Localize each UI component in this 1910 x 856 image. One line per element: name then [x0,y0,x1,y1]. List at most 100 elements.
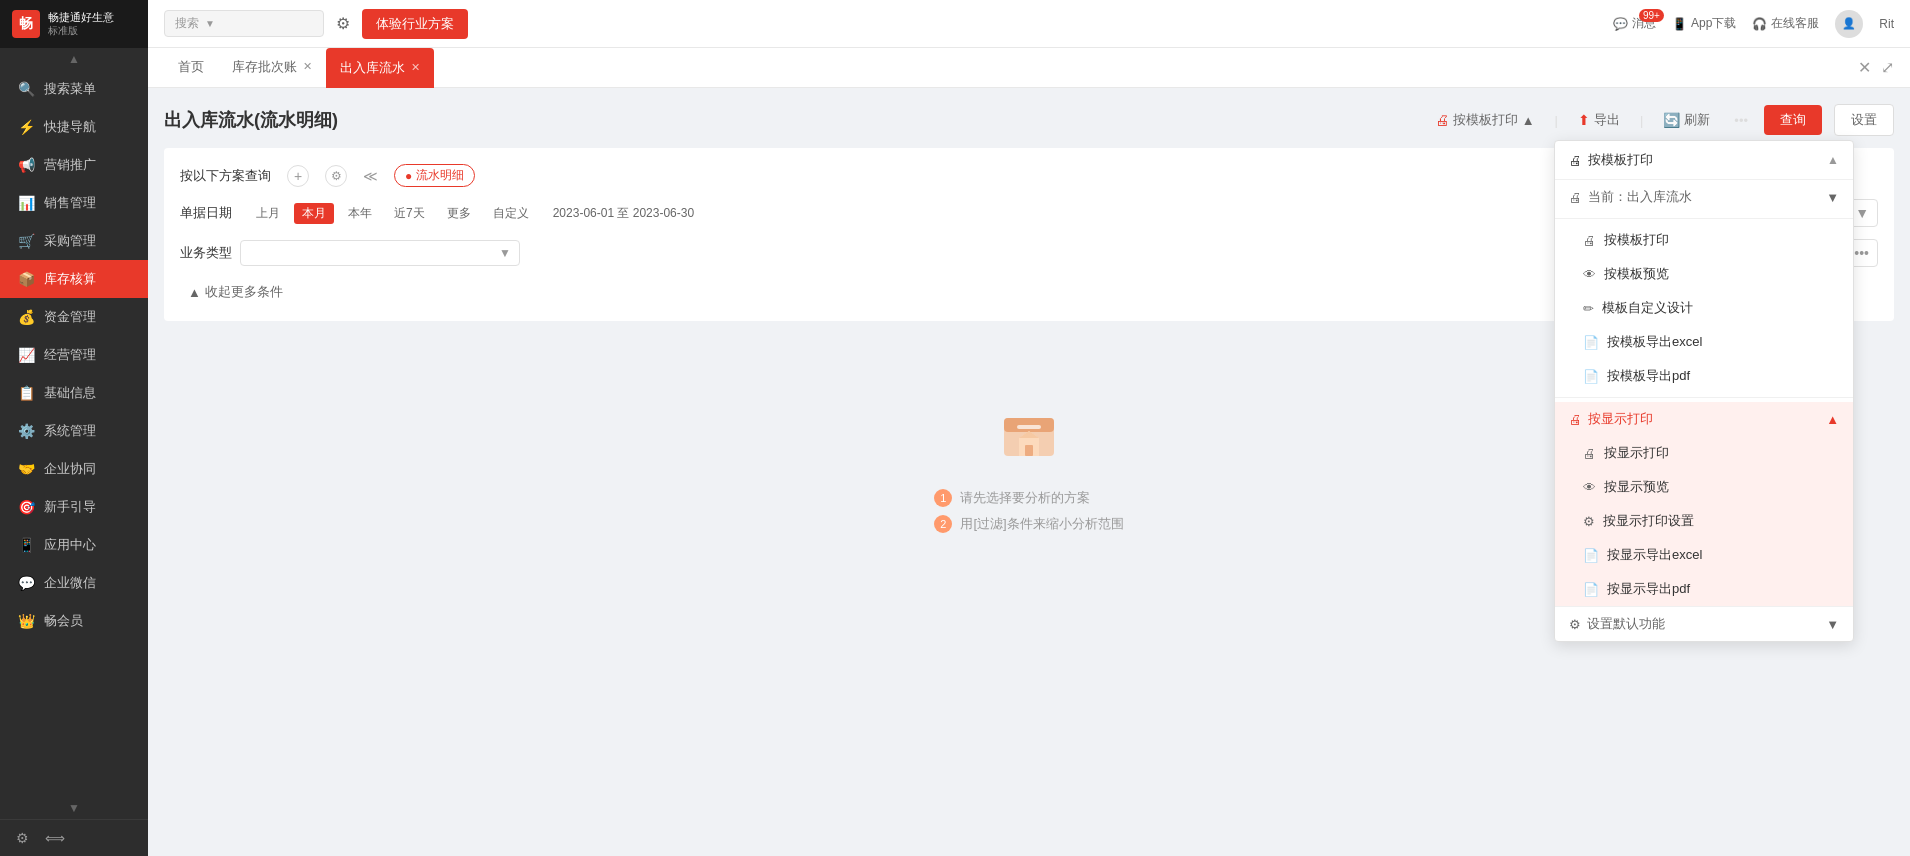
trial-btn[interactable]: 体验行业方案 [362,9,468,39]
dp-item-display-pdf[interactable]: 📄 按显示导出pdf [1555,572,1853,606]
sidebar-item-operations[interactable]: 📈 经营管理 [0,336,148,374]
dp-active-section-arrow[interactable]: ▲ [1826,412,1839,427]
sidebar-item-inventory[interactable]: 📦 库存核算 [0,260,148,298]
sidebar-label-partner: 企业协同 [44,460,96,478]
message-btn[interactable]: 💬 消息 99+ [1613,15,1656,32]
dp-template-pdf-icon: 📄 [1583,369,1599,384]
page-actions: 🖨 按模板打印 ▲ | ⬆ 导出 | 🔄 刷新 ••• 查询 设置 [1427,104,1894,136]
dp-item-template-excel[interactable]: 📄 按模板导出excel [1555,325,1853,359]
sidebar-icon-search: 🔍 [16,81,36,97]
dp-item-template-custom[interactable]: ✏ 模板自定义设计 [1555,291,1853,325]
dp-template-excel-label: 按模板导出excel [1607,333,1702,351]
settings-btn[interactable]: 设置 [1834,104,1894,136]
dp-header-arrow[interactable]: ▲ [1827,153,1839,167]
sidebar-icon-inventory: 📦 [16,271,36,287]
dp-template-custom-icon: ✏ [1583,301,1594,316]
dp-footer[interactable]: ⚙ 设置默认功能 ▼ [1555,606,1853,641]
logo-version: 标准版 [48,24,114,38]
filter-collapse-btn[interactable]: ≪ [363,168,378,184]
dp-footer-icon: ⚙ [1569,617,1581,632]
sidebar-item-purchase[interactable]: 🛒 采购管理 [0,222,148,260]
expand-icon[interactable]: ⟺ [45,830,65,846]
sidebar-item-basic[interactable]: 📋 基础信息 [0,374,148,412]
close-window-btn[interactable]: ✕ [1858,58,1871,77]
warehouse-more-icon: ••• [1854,245,1869,261]
biz-type-dropdown-icon: ▼ [499,246,511,260]
dp-display-settings-label: 按显示打印设置 [1603,512,1694,530]
date-prev-month[interactable]: 上月 [248,203,288,224]
sidebar-icon-system: ⚙️ [16,423,36,439]
sidebar-item-system[interactable]: ⚙️ 系统管理 [0,412,148,450]
sidebar-item-finance[interactable]: 💰 资金管理 [0,298,148,336]
sidebar-item-wechat[interactable]: 💬 企业微信 [0,564,148,602]
dp-item-template-print[interactable]: 🖨 按模板打印 [1555,223,1853,257]
export-label: 导出 [1594,111,1620,129]
sidebar-label-system: 系统管理 [44,422,96,440]
dp-display-pdf-icon: 📄 [1583,582,1599,597]
date-this-month[interactable]: 本月 [294,203,334,224]
biz-type-select[interactable]: ▼ [240,240,520,266]
sidebar-item-quick-nav[interactable]: ⚡ 快捷导航 [0,108,148,146]
tab-flow[interactable]: 出入库流水 ✕ [326,48,434,88]
dp-item-display-preview[interactable]: 👁 按显示预览 [1555,470,1853,504]
sidebar-item-search[interactable]: 🔍 搜索菜单 [0,70,148,108]
dp-active-section-header[interactable]: 🖨 按显示打印 ▲ [1555,402,1853,436]
filter-add-btn[interactable]: + [287,165,309,187]
date-more[interactable]: 更多 [439,203,479,224]
sidebar-icon-purchase: 🛒 [16,233,36,249]
dp-item-display-print[interactable]: 🖨 按显示打印 [1555,436,1853,470]
dp-item-template-preview[interactable]: 👁 按模板预览 [1555,257,1853,291]
filter-flow-tag[interactable]: ● 流水明细 [394,164,475,187]
scroll-down-arrow[interactable]: ▼ [0,797,148,819]
sidebar-item-marketing[interactable]: 📢 营销推广 [0,146,148,184]
sidebar-icon-wechat: 💬 [16,575,36,591]
content-area: 出入库流水(流水明细) 🖨 按模板打印 ▲ | ⬆ 导出 | 🔄 刷新 ••• [148,88,1910,856]
svg-rect-5 [1025,445,1033,456]
action-divider-1: | [1555,113,1558,128]
sidebar-icon-operations: 📈 [16,347,36,363]
dp-template-custom-label: 模板自定义设计 [1602,299,1693,317]
step-2-num: 2 [934,515,952,533]
tab-batch-account[interactable]: 库存批次账 ✕ [218,48,326,88]
sidebar-logo: 畅 畅捷通好生意 标准版 [0,0,148,48]
query-btn[interactable]: 查询 [1764,105,1822,135]
filter-more-btn[interactable]: ▲ 收起更多条件 [180,279,291,305]
topbar-gear-icon[interactable]: ⚙ [336,14,350,33]
tab-home[interactable]: 首页 [164,48,218,88]
template-print-btn[interactable]: 🖨 按模板打印 ▲ [1427,107,1543,133]
scroll-up-arrow[interactable]: ▲ [0,48,148,70]
sidebar-item-vip[interactable]: 👑 畅会员 [0,602,148,640]
dp-current-arrow[interactable]: ▼ [1826,190,1839,205]
settings-icon[interactable]: ⚙ [16,830,29,846]
sidebar-label-search: 搜索菜单 [44,80,96,98]
refresh-btn[interactable]: 🔄 刷新 [1655,107,1718,133]
step-1-num: 1 [934,489,952,507]
tab-home-label: 首页 [178,58,204,76]
export-btn[interactable]: ⬆ 导出 [1570,107,1628,133]
date-this-year[interactable]: 本年 [340,203,380,224]
sidebar-label-guide: 新手引导 [44,498,96,516]
dp-template-print-label: 按模板打印 [1604,231,1669,249]
dp-item-display-excel[interactable]: 📄 按显示导出excel [1555,538,1853,572]
topbar-search[interactable]: 搜索 ▼ [164,10,324,37]
dp-display-print-label: 按显示打印 [1604,444,1669,462]
online-service-btn[interactable]: 🎧 在线客服 [1752,15,1819,32]
filter-settings-btn[interactable]: ⚙ [325,165,347,187]
sidebar-item-partner[interactable]: 🤝 企业协同 [0,450,148,488]
app-download-btn[interactable]: 📱 App下载 [1672,15,1736,32]
dp-item-display-print-settings[interactable]: ⚙ 按显示打印设置 [1555,504,1853,538]
tab-flow-close[interactable]: ✕ [411,61,420,74]
sidebar-item-guide[interactable]: 🎯 新手引导 [0,488,148,526]
expand-window-btn[interactable]: ⤢ [1881,58,1894,77]
tab-batch-account-close[interactable]: ✕ [303,60,312,73]
date-recent-7[interactable]: 近7天 [386,203,433,224]
sidebar-label-marketing: 营销推广 [44,156,96,174]
refresh-icon: 🔄 [1663,112,1680,128]
date-custom[interactable]: 自定义 [485,203,537,224]
dp-item-template-pdf[interactable]: 📄 按模板导出pdf [1555,359,1853,393]
sidebar-item-app-center[interactable]: 📱 应用中心 [0,526,148,564]
avatar[interactable]: 👤 [1835,10,1863,38]
topbar: 搜索 ▼ ⚙ 体验行业方案 💬 消息 99+ 📱 App下载 🎧 在线客服 👤 … [148,0,1910,48]
sidebar-item-sales[interactable]: 📊 销售管理 [0,184,148,222]
dp-header: 🖨 按模板打印 ▲ [1555,141,1853,180]
